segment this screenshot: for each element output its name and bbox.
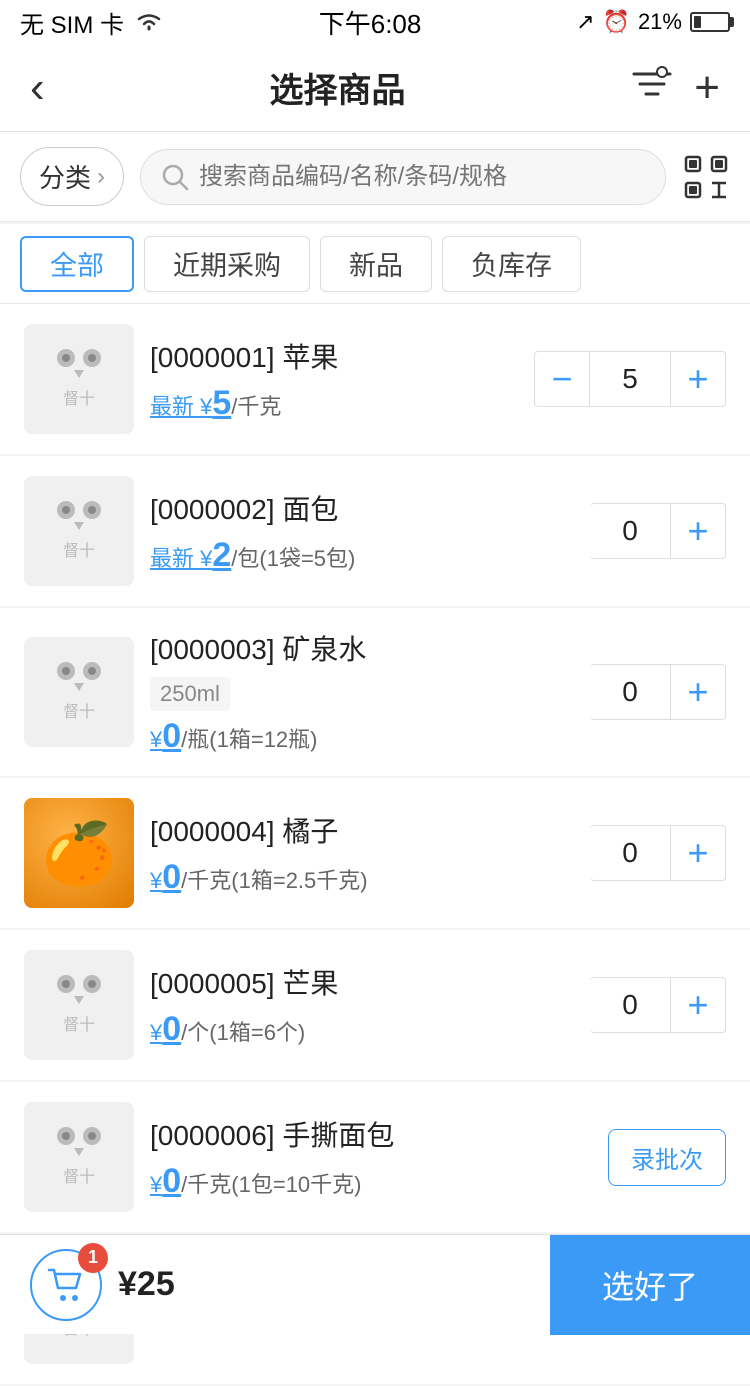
nav-right[interactable]: +	[630, 63, 720, 113]
product-price: ¥0/千克(1箱=2.5千克)	[150, 858, 574, 897]
product-image: 督十	[24, 1102, 134, 1212]
filter-icon[interactable]	[630, 66, 674, 109]
product-price: ¥0/个(1箱=6个)	[150, 1010, 574, 1049]
product-image: 督十	[24, 950, 134, 1060]
cart-icon[interactable]: 1	[30, 1249, 102, 1321]
search-icon	[161, 163, 189, 191]
add-button[interactable]: +	[694, 63, 720, 113]
qty-control[interactable]: +	[590, 664, 726, 720]
status-time: 下午6:08	[319, 4, 422, 41]
owl-placeholder: 督十	[57, 349, 101, 409]
tab-new[interactable]: 新品	[320, 236, 432, 292]
qty-control[interactable]: +	[590, 503, 726, 559]
category-button[interactable]: 分类 ›	[20, 147, 124, 206]
qty-input[interactable]	[590, 503, 670, 559]
plus-button[interactable]: +	[670, 351, 726, 407]
product-name: [0000001] 苹果	[150, 336, 518, 376]
qty-control[interactable]: − +	[534, 351, 726, 407]
qty-control[interactable]: +	[590, 825, 726, 881]
status-bar: 无 SIM 卡 下午6:08 ↗ ⏰ 21%	[0, 0, 750, 44]
plus-button[interactable]: +	[670, 825, 726, 881]
page-title: 选择商品	[269, 63, 405, 112]
list-item: 督十 [0000006] 手撕面包 ¥0/千克(1包=10千克) 录批次	[0, 1082, 750, 1232]
tab-all[interactable]: 全部	[20, 236, 134, 292]
search-input[interactable]	[199, 163, 645, 191]
product-image: 督十	[24, 324, 134, 434]
product-info: [0000004] 橘子 ¥0/千克(1箱=2.5千克)	[134, 810, 590, 897]
list-item: 督十 [0000002] 面包 最新 ¥2/包(1袋=5包) +	[0, 456, 750, 606]
nav-left[interactable]: ‹	[30, 63, 45, 113]
tab-recent[interactable]: 近期采购	[144, 236, 310, 292]
scan-button[interactable]	[682, 153, 730, 201]
cart-svg	[47, 1268, 85, 1302]
confirm-button[interactable]: 选好了	[550, 1235, 750, 1335]
alarm-icon: ⏰	[603, 9, 630, 35]
battery-percent: 21%	[638, 9, 682, 35]
product-info: [0000003] 矿泉水 250ml ¥0/瓶(1箱=12瓶)	[134, 628, 590, 756]
list-item: 督十 [0000001] 苹果 最新 ¥5/千克 − +	[0, 304, 750, 454]
product-image	[24, 798, 134, 908]
plus-button[interactable]: +	[670, 664, 726, 720]
filter-bar: 分类 ›	[0, 132, 750, 222]
cart-badge: 1	[78, 1243, 108, 1273]
back-button[interactable]: ‹	[30, 63, 45, 113]
product-price: ¥0/瓶(1箱=12瓶)	[150, 717, 574, 756]
product-price: 最新 ¥2/包(1袋=5包)	[150, 536, 574, 575]
tab-negative[interactable]: 负库存	[442, 236, 581, 292]
status-right: ↗ ⏰ 21%	[576, 9, 730, 35]
bottom-bar: 1 ¥25 选好了	[0, 1234, 750, 1334]
product-name: [0000006] 手撕面包	[150, 1114, 592, 1154]
batch-button-area[interactable]: 录批次	[608, 1129, 726, 1186]
cart-total: ¥25	[118, 1265, 175, 1304]
qty-input[interactable]	[590, 351, 670, 407]
product-image: 督十	[24, 637, 134, 747]
qty-control[interactable]: +	[590, 977, 726, 1033]
product-info: [0000002] 面包 最新 ¥2/包(1袋=5包)	[134, 488, 590, 575]
owl-placeholder: 督十	[57, 662, 101, 722]
product-name: [0000002] 面包	[150, 488, 574, 528]
nav-bar: ‹ 选择商品 +	[0, 44, 750, 132]
qty-input[interactable]	[590, 664, 670, 720]
product-name: [0000004] 橘子	[150, 810, 574, 850]
list-item: 督十 [0000003] 矿泉水 250ml ¥0/瓶(1箱=12瓶) +	[0, 608, 750, 776]
product-spec: 250ml	[150, 677, 230, 711]
product-price: 最新 ¥5/千克	[150, 384, 518, 423]
product-info: [0000001] 苹果 最新 ¥5/千克	[134, 336, 534, 423]
product-info: [0000005] 芒果 ¥0/个(1箱=6个)	[134, 962, 590, 1049]
product-image: 督十	[24, 476, 134, 586]
qty-input[interactable]	[590, 977, 670, 1033]
battery-icon	[690, 12, 730, 32]
owl-placeholder: 督十	[57, 501, 101, 561]
tab-bar: 全部 近期采购 新品 负库存	[0, 224, 750, 304]
product-name: [0000003] 矿泉水	[150, 628, 574, 668]
batch-button[interactable]: 录批次	[608, 1129, 726, 1186]
list-item: 督十 [0000005] 芒果 ¥0/个(1箱=6个) +	[0, 930, 750, 1080]
owl-placeholder: 督十	[57, 975, 101, 1035]
cart-area: 1 ¥25	[0, 1249, 550, 1321]
owl-placeholder: 督十	[57, 1127, 101, 1187]
product-price: ¥0/千克(1包=10千克)	[150, 1162, 592, 1201]
product-list: 督十 [0000001] 苹果 最新 ¥5/千克 − + 督十	[0, 304, 750, 1384]
qty-input[interactable]	[590, 825, 670, 881]
product-info: [0000006] 手撕面包 ¥0/千克(1包=10千克)	[134, 1114, 608, 1201]
plus-button[interactable]: +	[670, 503, 726, 559]
product-name: [0000005] 芒果	[150, 962, 574, 1002]
list-item: [0000004] 橘子 ¥0/千克(1箱=2.5千克) +	[0, 778, 750, 928]
status-carrier: 无 SIM 卡	[20, 5, 164, 40]
minus-button[interactable]: −	[534, 351, 590, 407]
search-box[interactable]	[140, 149, 666, 205]
location-icon: ↗	[576, 9, 594, 35]
plus-button[interactable]: +	[670, 977, 726, 1033]
wifi-icon	[134, 11, 164, 33]
